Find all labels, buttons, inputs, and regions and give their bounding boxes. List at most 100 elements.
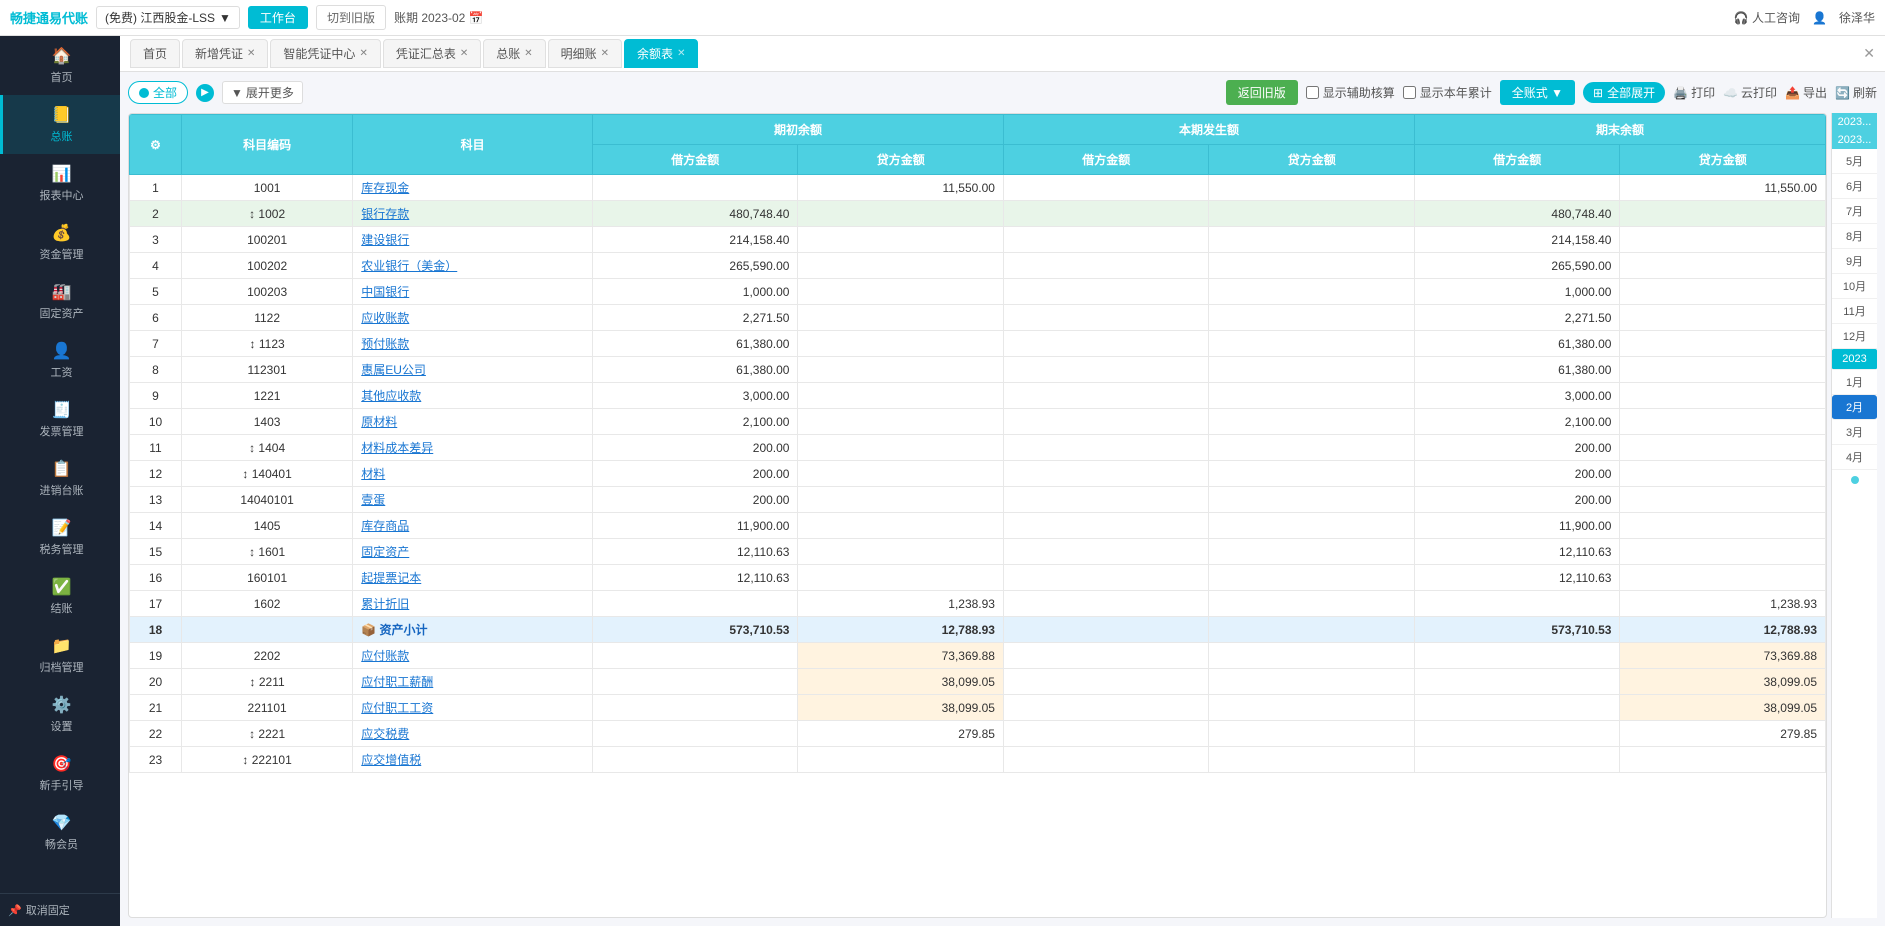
month-3[interactable]: 3月 xyxy=(1832,420,1877,445)
consult-label[interactable]: 🎧 人工咨询 xyxy=(1734,9,1800,26)
row-name[interactable]: 材料 xyxy=(353,461,593,487)
tab-balance[interactable]: 余额表 ✕ xyxy=(624,39,698,68)
sidebar-item-guide[interactable]: 🎯 新手引导 xyxy=(0,744,120,803)
mode-button[interactable]: 全账式 ▼ xyxy=(1500,80,1575,105)
row-name[interactable]: 建设银行 xyxy=(353,227,593,253)
tab-detail[interactable]: 明细账 ✕ xyxy=(548,39,622,68)
tab-home[interactable]: 首页 xyxy=(130,39,180,68)
row-name[interactable]: 中国银行 xyxy=(353,279,593,305)
row-name[interactable]: 应付账款 xyxy=(353,643,593,669)
month-4[interactable]: 4月 xyxy=(1832,445,1877,470)
row-name[interactable]: 预付账款 xyxy=(353,331,593,357)
show-auxiliary-checkbox[interactable]: 显示辅助核算 xyxy=(1306,84,1395,101)
toolbar-right: 返回旧版 显示辅助核算 显示本年累计 全账式 ▼ ⊞ xyxy=(1226,80,1877,105)
row-name[interactable]: 📦 资产小计 xyxy=(353,617,593,643)
show-annual-checkbox[interactable]: 显示本年累计 xyxy=(1403,84,1492,101)
sidebar-item-tax[interactable]: 📝 税务管理 xyxy=(0,508,120,567)
row-name[interactable]: 壹蛋 xyxy=(353,487,593,513)
row-name[interactable]: 原材料 xyxy=(353,409,593,435)
month-12[interactable]: 12月 xyxy=(1832,324,1877,349)
tab-voucher-summary-close[interactable]: ✕ xyxy=(460,48,468,59)
tab-smart-voucher[interactable]: 智能凭证中心 ✕ xyxy=(270,39,380,68)
sidebar-item-reports[interactable]: 📊 报表中心 xyxy=(0,154,120,213)
mode-dropdown-icon: ▼ xyxy=(1551,86,1563,100)
row-name[interactable]: 应付职工薪酬 xyxy=(353,669,593,695)
expand-button[interactable]: ▼ 展开更多 xyxy=(222,81,303,104)
month-9[interactable]: 9月 xyxy=(1832,249,1877,274)
row-amount-2 xyxy=(1003,383,1209,409)
row-name[interactable]: 农业银行（美金） xyxy=(353,253,593,279)
export-button[interactable]: 📤 导出 xyxy=(1785,84,1827,101)
month-2[interactable]: 2月 xyxy=(1832,395,1877,420)
guide-icon: 🎯 xyxy=(52,754,72,774)
row-name[interactable]: 应交增值税 xyxy=(353,747,593,773)
sidebar-item-settlement[interactable]: ✅ 结账 xyxy=(0,567,120,626)
row-name[interactable]: 应付职工工资 xyxy=(353,695,593,721)
sidebar-item-settings[interactable]: ⚙️ 设置 xyxy=(0,685,120,744)
month-6[interactable]: 6月 xyxy=(1832,174,1877,199)
row-name[interactable]: 其他应收款 xyxy=(353,383,593,409)
row-name[interactable]: 库存商品 xyxy=(353,513,593,539)
tab-new-voucher[interactable]: 新增凭证 ✕ xyxy=(182,39,268,68)
month-10[interactable]: 10月 xyxy=(1832,274,1877,299)
month-7[interactable]: 7月 xyxy=(1832,199,1877,224)
row-amount-5: 38,099.05 xyxy=(1620,669,1826,695)
month-5[interactable]: 5月 xyxy=(1832,149,1877,174)
cloud-print-button[interactable]: ☁️ 云打印 xyxy=(1723,84,1777,101)
switch-button[interactable]: 切到旧版 xyxy=(316,5,386,30)
sidebar-item-purchase[interactable]: 📋 进销台账 xyxy=(0,449,120,508)
row-name[interactable]: 应交税费 xyxy=(353,721,593,747)
user-avatar: 👤 xyxy=(1812,11,1827,25)
tab-new-voucher-close[interactable]: ✕ xyxy=(247,48,255,59)
table-row: 5100203中国银行1,000.001,000.00 xyxy=(130,279,1826,305)
row-name[interactable]: 惠属EU公司 xyxy=(353,357,593,383)
month-8[interactable]: 8月 xyxy=(1832,224,1877,249)
workbench-button[interactable]: 工作台 xyxy=(248,6,308,29)
row-code: 100202 xyxy=(181,253,352,279)
row-name[interactable]: 固定资产 xyxy=(353,539,593,565)
tab-balance-close[interactable]: ✕ xyxy=(677,48,685,59)
debit-begin-header: 借方金额 xyxy=(592,145,798,175)
refresh-button[interactable]: 🔄 刷新 xyxy=(1835,84,1877,101)
row-name[interactable]: 库存现金 xyxy=(353,175,593,201)
return-button[interactable]: 返回旧版 xyxy=(1226,80,1298,105)
year-2023[interactable]: 2023 xyxy=(1832,349,1877,370)
sidebar-item-hr[interactable]: 👤 工资 xyxy=(0,331,120,390)
expand-all-toggle[interactable]: ⊞ 全部展开 xyxy=(1583,82,1665,103)
row-amount-5 xyxy=(1620,565,1826,591)
expand-label: 展开更多 xyxy=(246,84,294,101)
sidebar-item-ledger[interactable]: 📒 总账 xyxy=(0,95,120,154)
sidebar-item-home[interactable]: 🏠 首页 xyxy=(0,36,120,95)
row-name[interactable]: 银行存款 xyxy=(353,201,593,227)
tab-ledger-close[interactable]: ✕ xyxy=(524,48,532,59)
tab-detail-close[interactable]: ✕ xyxy=(601,48,609,59)
company-selector[interactable]: (免费) 江西股金-LSS ▼ xyxy=(96,6,240,29)
row-amount-0 xyxy=(592,747,798,773)
tab-smart-voucher-close[interactable]: ✕ xyxy=(359,48,367,59)
row-name[interactable]: 应收账款 xyxy=(353,305,593,331)
close-all-tabs[interactable]: ✕ xyxy=(1863,45,1875,62)
row-amount-5 xyxy=(1620,201,1826,227)
annual-check[interactable] xyxy=(1403,86,1416,99)
print-button[interactable]: 🖨️ 打印 xyxy=(1673,84,1715,101)
sidebar-item-assets[interactable]: 🏭 固定资产 xyxy=(0,272,120,331)
tab-voucher-summary[interactable]: 凭证汇总表 ✕ xyxy=(383,39,481,68)
sidebar-item-funds[interactable]: 💰 资金管理 xyxy=(0,213,120,272)
row-amount-0: 214,158.40 xyxy=(592,227,798,253)
row-name[interactable]: 起提票记本 xyxy=(353,565,593,591)
row-name[interactable]: 累计折旧 xyxy=(353,591,593,617)
top-bar: 畅捷通易代账 (免费) 江西股金-LSS ▼ 工作台 切到旧版 账期 2023-… xyxy=(0,0,1885,36)
filter-arrow[interactable]: ▶ xyxy=(196,84,214,102)
row-name[interactable]: 材料成本差异 xyxy=(353,435,593,461)
month-11[interactable]: 11月 xyxy=(1832,299,1877,324)
auxiliary-check[interactable] xyxy=(1306,86,1319,99)
gear-header[interactable]: ⚙ xyxy=(130,115,182,175)
filter-tag[interactable]: 全部 xyxy=(128,81,188,104)
sidebar-item-archive[interactable]: 📁 归档管理 xyxy=(0,626,120,685)
month-1[interactable]: 1月 xyxy=(1832,370,1877,395)
sidebar-item-invoices[interactable]: 🧾 发票管理 xyxy=(0,390,120,449)
table-row: 16160101起提票记本12,110.6312,110.63 xyxy=(130,565,1826,591)
tab-ledger[interactable]: 总账 ✕ xyxy=(483,39,545,68)
sidebar-item-member[interactable]: 💎 畅会员 xyxy=(0,803,120,862)
sidebar-unpin[interactable]: 📌 取消固定 xyxy=(0,893,120,926)
